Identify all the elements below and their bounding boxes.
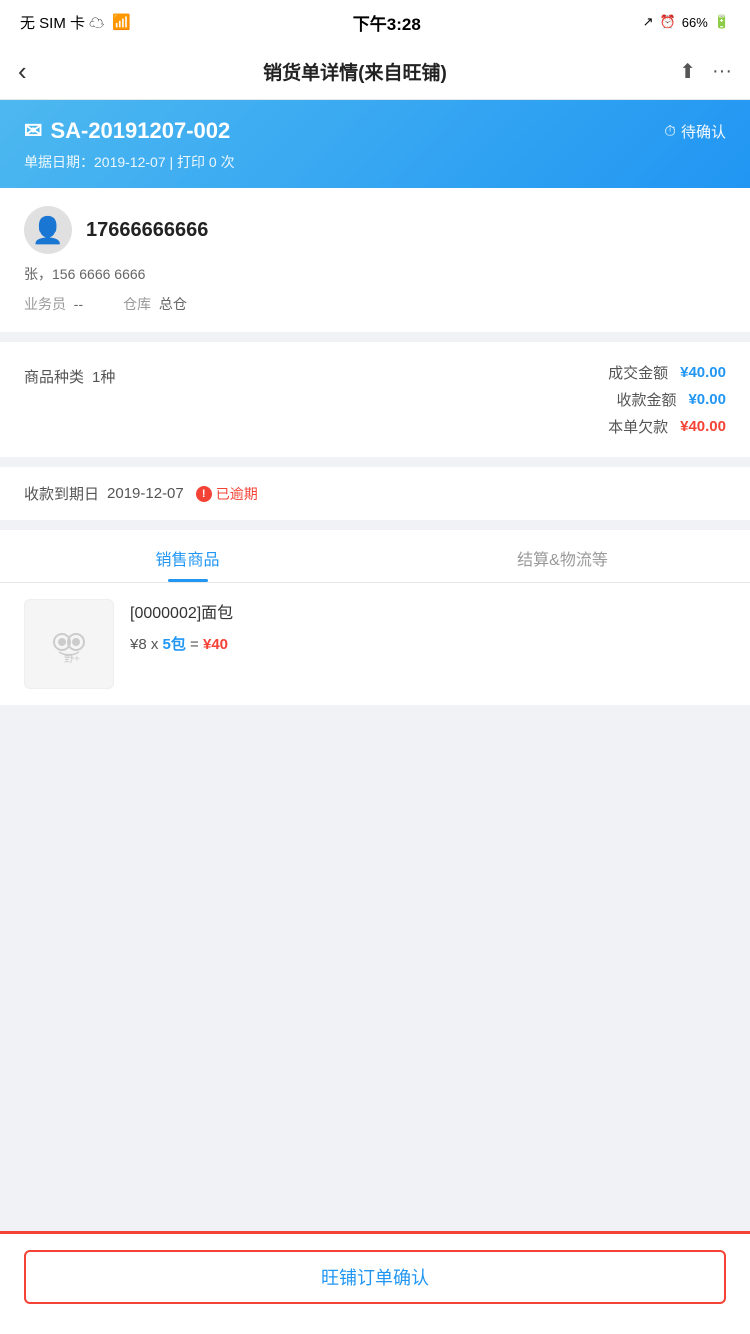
avatar-icon: 👤 (32, 215, 64, 246)
amount-list: 成交金额 ¥40.00 收款金额 ¥0.00 本单欠款 ¥40.00 (608, 362, 726, 437)
bottom-spacer (0, 715, 750, 915)
status-right: ↗ ⏰ 66% 🔋 (643, 14, 730, 30)
overdue-text: 已逾期 (216, 484, 258, 504)
order-header: ✉ SA-20191207-002 ⏱ 待确认 单据日期：2019-12-07 … (0, 100, 750, 188)
price-separator: x (151, 636, 163, 653)
order-id-row: ✉ SA-20191207-002 ⏱ 待确认 (24, 118, 726, 144)
product-price: ¥8 x 5包 = ¥40 (130, 633, 726, 654)
alarm-icon: ⏰ (660, 14, 676, 30)
received-label: 收款金额 (616, 389, 676, 410)
debt-amount-row: 本单欠款 ¥40.00 (608, 416, 726, 437)
type-label: 商品种类 (24, 366, 84, 387)
customer-row: 👤 17666666666 (24, 206, 726, 254)
due-date-section: 收款到期日 2019-12-07 ! 已逾期 (0, 467, 750, 520)
order-id: ✉ SA-20191207-002 (24, 118, 230, 144)
nav-bar: ‹ 销货单详情(来自旺铺) ⬆ ··· (0, 44, 750, 100)
share-icon[interactable]: ⬆ (679, 59, 696, 84)
customer-name: 张，156 6666 6666 (24, 264, 726, 284)
amount-label: 成交金额 (608, 362, 668, 383)
product-image: 野+ (24, 599, 114, 689)
overdue-badge: ! 已逾期 (196, 484, 258, 504)
svg-text:野+: 野+ (64, 653, 80, 664)
nav-actions: ⬆ ··· (652, 59, 732, 84)
tabs-section: 销售商品 结算&物流等 野+ [0000002]面包 ¥8 x (0, 530, 750, 705)
customer-section: 👤 17666666666 张，156 6666 6666 业务员 -- 仓库 … (0, 188, 750, 332)
wifi-icon: 📶 (112, 13, 131, 31)
amount-value: ¥40.00 (680, 364, 726, 381)
total-price: ¥40 (203, 636, 228, 653)
battery-icon: 🔋 (714, 14, 730, 30)
customer-phone: 17666666666 (86, 219, 208, 242)
location-icon: ↗ (643, 14, 654, 30)
type-value: 1种 (92, 366, 115, 387)
received-value: ¥0.00 (688, 391, 726, 408)
product-details: [0000002]面包 ¥8 x 5包 = ¥40 (130, 599, 726, 654)
product-name: [0000002]面包 (130, 599, 726, 623)
due-label: 收款到期日 (24, 483, 99, 504)
no-sim-text: 无 SIM 卡 ☁ (20, 12, 104, 33)
more-icon[interactable]: ··· (712, 60, 732, 83)
debt-label: 本单欠款 (608, 416, 668, 437)
product-item: 野+ [0000002]面包 ¥8 x 5包 = ¥40 (0, 583, 750, 705)
product-type: 商品种类 1种 (24, 362, 115, 387)
tab-sales-products[interactable]: 销售商品 (0, 530, 375, 582)
order-id-text: SA-20191207-002 (50, 118, 230, 144)
quantity: 5包 (163, 636, 186, 653)
warehouse-label: 仓库 总仓 (123, 294, 187, 314)
order-date: 单据日期：2019-12-07 | 打印 0 次 (24, 152, 726, 172)
summary-section: 商品种类 1种 成交金额 ¥40.00 收款金额 ¥0.00 本单欠款 ¥40.… (0, 342, 750, 457)
status-clock-icon: ⏱ (664, 123, 676, 140)
tab-settlement-logistics[interactable]: 结算&物流等 (375, 530, 750, 582)
back-button[interactable]: ‹ (18, 56, 58, 87)
order-icon: ✉ (24, 118, 42, 144)
salesperson-label: 业务员 -- (24, 294, 83, 314)
debt-value: ¥40.00 (680, 418, 726, 435)
order-status: ⏱ 待确认 (664, 121, 726, 142)
tabs-row: 销售商品 结算&物流等 (0, 530, 750, 583)
equals-sign: = (190, 636, 203, 653)
unit-price: ¥8 (130, 636, 147, 653)
confirm-order-button[interactable]: 旺铺订单确认 (24, 1250, 726, 1304)
product-logo: 野+ (44, 624, 94, 664)
status-left: 无 SIM 卡 ☁ 📶 (20, 12, 131, 33)
page-title: 销货单详情(来自旺铺) (58, 58, 652, 85)
avatar: 👤 (24, 206, 72, 254)
status-bar: 无 SIM 卡 ☁ 📶 下午3:28 ↗ ⏰ 66% 🔋 (0, 0, 750, 44)
received-amount-row: 收款金额 ¥0.00 (616, 389, 726, 410)
bottom-button-wrap: 旺铺订单确认 (0, 1231, 750, 1334)
order-status-text: 待确认 (681, 121, 726, 142)
due-date: 2019-12-07 (107, 485, 184, 502)
customer-meta: 业务员 -- 仓库 总仓 (24, 294, 726, 314)
status-time: 下午3:28 (353, 10, 421, 35)
battery-text: 66% (682, 15, 708, 30)
transaction-amount-row: 成交金额 ¥40.00 (608, 362, 726, 383)
overdue-icon: ! (196, 486, 212, 502)
product-logo-svg: 野+ (44, 624, 94, 664)
